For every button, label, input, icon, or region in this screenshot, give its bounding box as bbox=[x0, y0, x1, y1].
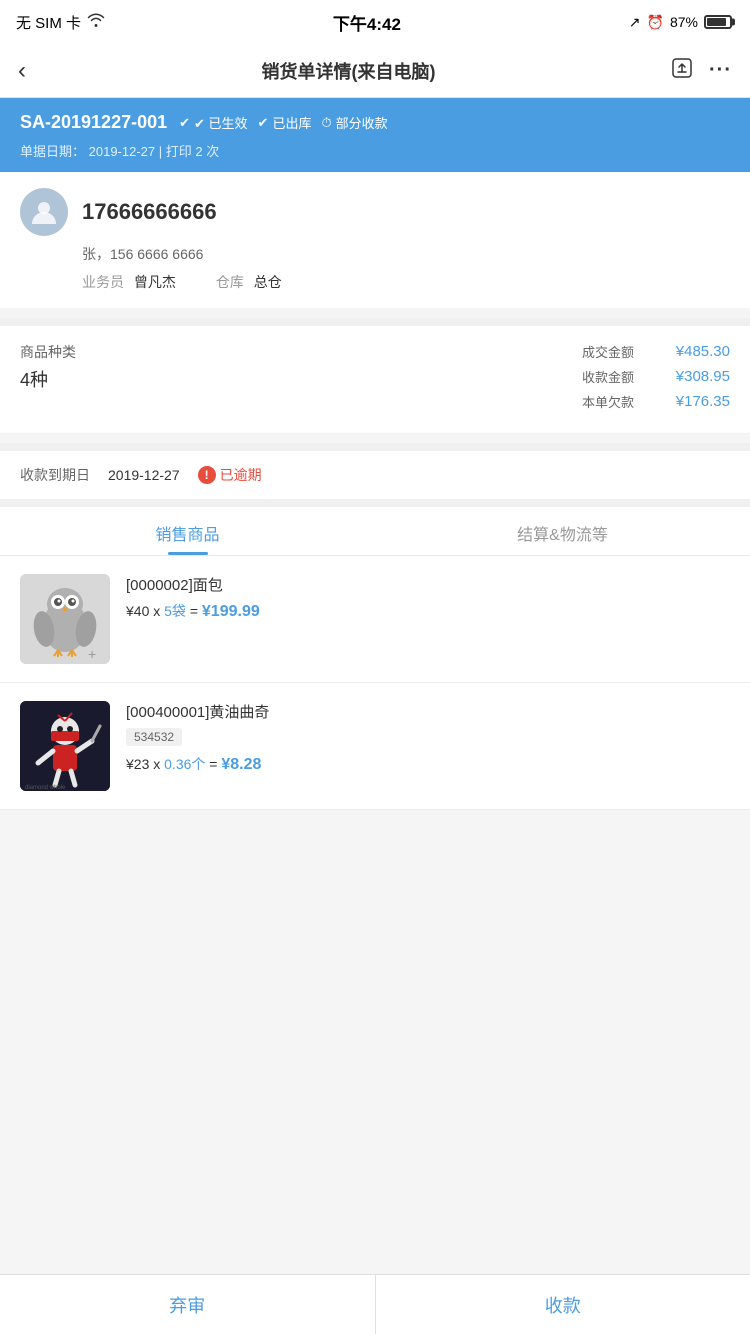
product-type-value: 4种 bbox=[20, 366, 76, 392]
order-badges: ✔ ✔ 已生效 ✔ 已出库 ⏱ 部分收款 bbox=[179, 113, 388, 132]
summary-right: 成交金额 ¥485.30 收款金额 ¥308.95 本单欠款 ¥176.35 bbox=[582, 342, 730, 417]
badge-shipped: ✔ 已出库 bbox=[258, 113, 312, 132]
deal-amount-row: 成交金额 ¥485.30 bbox=[582, 342, 730, 361]
location-icon: ↗ bbox=[629, 14, 641, 31]
receipt-amount-value: ¥308.95 bbox=[650, 368, 730, 385]
wifi-icon bbox=[87, 13, 105, 31]
summary-left: 商品种类 4种 bbox=[20, 342, 76, 392]
avatar bbox=[20, 188, 68, 236]
customer-row: 17666666666 bbox=[20, 188, 730, 236]
overdue-badge: ! 已逾期 bbox=[198, 465, 262, 485]
list-item: + [0000002]面包 ¥40 x 5袋 = ¥199.99 bbox=[0, 556, 750, 683]
order-number: SA-20191227-001 bbox=[20, 112, 167, 133]
clock-icon: ⏱ bbox=[321, 115, 331, 131]
battery-percent: 87% bbox=[670, 14, 698, 30]
battery-icon bbox=[704, 15, 734, 29]
product-thumbnail: + bbox=[20, 574, 110, 664]
debt-amount-value: ¥176.35 bbox=[650, 393, 730, 410]
divider1 bbox=[0, 318, 750, 326]
bottom-spacer bbox=[0, 810, 750, 870]
tab-settlement[interactable]: 结算&物流等 bbox=[375, 507, 750, 555]
cancel-button[interactable]: 弃审 bbox=[0, 1275, 376, 1334]
staff-info: 业务员 曾凡杰 bbox=[82, 272, 176, 292]
badge-effective: ✔ ✔ 已生效 bbox=[179, 113, 247, 132]
divider2 bbox=[0, 443, 750, 451]
warehouse-name: 总仓 bbox=[254, 274, 282, 290]
tabs-bar: 销售商品 结算&物流等 bbox=[0, 507, 750, 556]
deal-amount-value: ¥485.30 bbox=[650, 343, 730, 360]
customer-staff: 业务员 曾凡杰 仓库 总仓 bbox=[82, 272, 730, 292]
carrier-text: 无 SIM 卡 bbox=[16, 12, 81, 33]
products-list: + [0000002]面包 ¥40 x 5袋 = ¥199.99 bbox=[0, 556, 750, 810]
svg-text:diamond whole: diamond whole bbox=[25, 785, 66, 791]
product-info: [0000002]面包 ¥40 x 5袋 = ¥199.99 bbox=[126, 574, 730, 621]
tab-sales-products[interactable]: 销售商品 bbox=[0, 507, 375, 555]
product-price: ¥40 x 5袋 = ¥199.99 bbox=[126, 601, 730, 621]
summary-section: 商品种类 4种 成交金额 ¥485.30 收款金额 ¥308.95 本单欠款 ¥… bbox=[0, 326, 750, 433]
collect-button[interactable]: 收款 bbox=[376, 1275, 750, 1334]
customer-section: 17666666666 张，156 6666 6666 业务员 曾凡杰 仓库 总… bbox=[0, 172, 750, 308]
debt-amount-row: 本单欠款 ¥176.35 bbox=[582, 392, 730, 411]
nav-actions: ··· bbox=[671, 57, 732, 85]
alarm-icon: ⏰ bbox=[647, 14, 664, 31]
check-icon2: ✔ bbox=[258, 115, 269, 131]
debt-amount-label: 本单欠款 bbox=[582, 392, 634, 411]
product-name: [0000002]面包 bbox=[126, 574, 730, 595]
list-item: diamond whole [000400001]黄油曲奇 534532 ¥23… bbox=[0, 683, 750, 810]
due-date: 2019-12-27 bbox=[108, 467, 180, 483]
page-title: 销货单详情(来自电脑) bbox=[262, 58, 436, 84]
badge-partial: ⏱ 部分收款 bbox=[321, 113, 387, 132]
product-thumbnail: diamond whole bbox=[20, 701, 110, 791]
status-bar: 无 SIM 卡 下午4:42 ↗ ⏰ 87% bbox=[0, 0, 750, 44]
divider3 bbox=[0, 499, 750, 507]
svg-text:+: + bbox=[88, 646, 96, 662]
product-tag: 534532 bbox=[126, 728, 182, 746]
staff-name: 曾凡杰 bbox=[134, 274, 176, 290]
check-icon: ✔ bbox=[179, 115, 190, 131]
status-left: 无 SIM 卡 bbox=[16, 12, 105, 33]
overdue-icon: ! bbox=[198, 466, 216, 484]
status-time: 下午4:42 bbox=[333, 10, 401, 35]
order-meta: 单据日期： 2019-12-27 | 打印 2 次 bbox=[20, 141, 730, 160]
order-banner: SA-20191227-001 ✔ ✔ 已生效 ✔ 已出库 ⏱ 部分收款 单据日… bbox=[0, 98, 750, 172]
customer-name: 17666666666 bbox=[82, 199, 217, 225]
receipt-amount-row: 收款金额 ¥308.95 bbox=[582, 367, 730, 386]
status-right: ↗ ⏰ 87% bbox=[629, 14, 734, 31]
receipt-amount-label: 收款金额 bbox=[582, 367, 634, 386]
due-label: 收款到期日 bbox=[20, 465, 90, 485]
back-button[interactable]: ‹ bbox=[18, 57, 26, 85]
more-button[interactable]: ··· bbox=[709, 59, 732, 82]
product-info: [000400001]黄油曲奇 534532 ¥23 x 0.36个 = ¥8.… bbox=[126, 701, 730, 774]
overdue-label: 已逾期 bbox=[220, 465, 262, 485]
nav-bar: ‹ 销货单详情(来自电脑) ··· bbox=[0, 44, 750, 98]
product-price: ¥23 x 0.36个 = ¥8.28 bbox=[126, 754, 730, 774]
warehouse-info: 仓库 总仓 bbox=[216, 272, 282, 292]
product-type-label: 商品种类 bbox=[20, 342, 76, 362]
warehouse-label: 仓库 bbox=[216, 274, 244, 290]
share-button[interactable] bbox=[671, 57, 693, 85]
deal-amount-label: 成交金额 bbox=[582, 342, 634, 361]
due-section: 收款到期日 2019-12-27 ! 已逾期 bbox=[0, 451, 750, 499]
customer-detail: 张，156 6666 6666 bbox=[82, 244, 730, 264]
bottom-bar: 弃审 收款 bbox=[0, 1274, 750, 1334]
staff-label: 业务员 bbox=[82, 274, 124, 290]
product-name: [000400001]黄油曲奇 bbox=[126, 701, 730, 722]
